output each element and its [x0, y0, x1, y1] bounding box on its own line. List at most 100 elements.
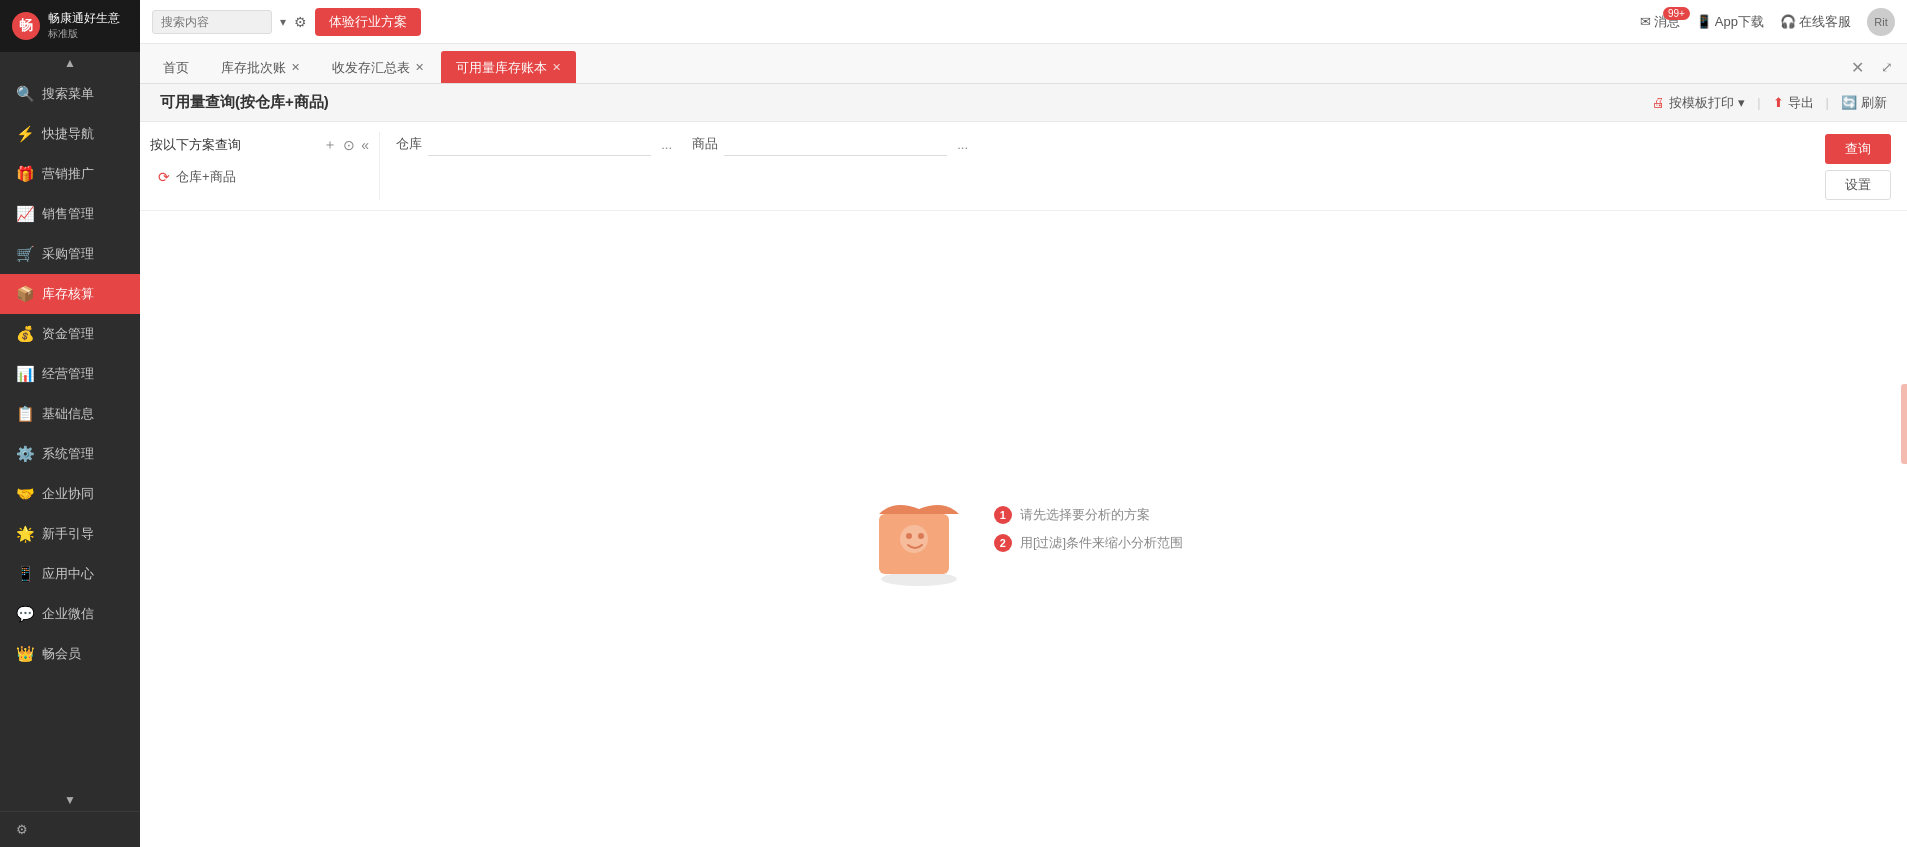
- sidebar-item-member[interactable]: 👑 畅会员: [0, 634, 140, 674]
- hint-num-1: 1: [994, 506, 1012, 524]
- user-avatar[interactable]: Rit: [1867, 8, 1895, 36]
- tab-available[interactable]: 可用量库存账本 ✕: [441, 51, 576, 83]
- sidebar-scroll-up[interactable]: ▲: [0, 52, 140, 74]
- top-search-input[interactable]: [152, 10, 272, 34]
- settings-icon: ⚙: [16, 822, 28, 837]
- tab-receive-close-icon[interactable]: ✕: [415, 61, 424, 74]
- sidebar-item-label: 搜索菜单: [42, 85, 94, 103]
- sidebar-item-label: 库存核算: [42, 285, 94, 303]
- sidebar-header: 畅 畅康通好生意 标准版: [0, 0, 140, 52]
- sidebar-item-label: 采购管理: [42, 245, 94, 263]
- tab-receive[interactable]: 收发存汇总表 ✕: [317, 51, 439, 83]
- online-service-btn[interactable]: 🎧 在线客服: [1780, 13, 1851, 31]
- goods-more-btn[interactable]: ...: [953, 137, 972, 152]
- top-bar-right: ✉ 消息 99+ 📱 App下载 🎧 在线客服 Rit: [1640, 8, 1895, 36]
- graph-icon: 📊: [16, 365, 34, 383]
- empty-svg-illustration: [864, 479, 974, 589]
- goods-input[interactable]: [724, 132, 947, 156]
- sidebar-item-system[interactable]: ⚙️ 系统管理: [0, 434, 140, 474]
- hint-text-2: 用[过滤]条件来缩小分析范围: [1020, 534, 1183, 552]
- sidebar-item-purchase[interactable]: 🛒 采购管理: [0, 234, 140, 274]
- collapse-scheme-icon[interactable]: «: [361, 137, 369, 153]
- gift-icon: 🎁: [16, 165, 34, 183]
- sidebar-item-search[interactable]: 🔍 搜索菜单: [0, 74, 140, 114]
- app-subtitle: 标准版: [48, 27, 120, 41]
- dropdown-arrow-icon[interactable]: ▾: [280, 15, 286, 29]
- clipboard-icon: 📋: [16, 405, 34, 423]
- headset-icon: 🎧: [1780, 14, 1796, 29]
- hint-item-1: 1 请先选择要分析的方案: [994, 506, 1183, 524]
- tab-receive-label: 收发存汇总表: [332, 59, 410, 77]
- sidebar-item-label: 经营管理: [42, 365, 94, 383]
- hint-item-2: 2 用[过滤]条件来缩小分析范围: [994, 534, 1183, 552]
- tab-batch-close-icon[interactable]: ✕: [291, 61, 300, 74]
- sidebar-item-shortcut[interactable]: ⚡ 快捷导航: [0, 114, 140, 154]
- manage-scheme-icon[interactable]: ⊙: [343, 137, 355, 153]
- export-label: 导出: [1788, 94, 1814, 112]
- empty-hints: 1 请先选择要分析的方案 2 用[过滤]条件来缩小分析范围: [994, 506, 1183, 552]
- scheme-rotate-icon: ⟳: [158, 169, 170, 185]
- star-icon: 🌟: [16, 525, 34, 543]
- content-area: 可用量查询(按仓库+商品) 🖨 按模板打印 ▾ | ⬆ 导出 | 🔄 刷新: [140, 84, 1907, 847]
- main-area: ▾ ⚙ 体验行业方案 ✉ 消息 99+ 📱 App下载 🎧 在线客服 Rit: [140, 0, 1907, 847]
- app-download-btn[interactable]: 📱 App下载: [1696, 13, 1764, 31]
- tab-home[interactable]: 首页: [148, 51, 204, 83]
- top-bar: ▾ ⚙ 体验行业方案 ✉ 消息 99+ 📱 App下载 🎧 在线客服 Rit: [140, 0, 1907, 44]
- export-btn[interactable]: ⬆ 导出: [1773, 94, 1814, 112]
- template-print-btn[interactable]: 🖨 按模板打印 ▾: [1652, 94, 1745, 112]
- notification-badge: 99+: [1663, 7, 1690, 20]
- scheme-header: 按以下方案查询 ＋ ⊙ «: [150, 132, 369, 162]
- sidebar-item-operation[interactable]: 📊 经营管理: [0, 354, 140, 394]
- settings-button[interactable]: 设置: [1825, 170, 1891, 200]
- goods-field-group: 商品 ...: [692, 132, 972, 156]
- sidebar-item-label: 应用中心: [42, 565, 94, 583]
- page-title-bar: 可用量查询(按仓库+商品) 🖨 按模板打印 ▾ | ⬆ 导出 | 🔄 刷新: [140, 84, 1907, 122]
- industry-btn[interactable]: 体验行业方案: [315, 8, 421, 36]
- tab-expand-btn[interactable]: ⤢: [1875, 55, 1899, 79]
- warehouse-field-group: 仓库 ...: [396, 132, 676, 156]
- user-name: Rit: [1874, 16, 1887, 28]
- phone-icon: 📱: [1696, 14, 1712, 29]
- topbar-gear-icon[interactable]: ⚙: [294, 14, 307, 30]
- page-title-actions: 🖨 按模板打印 ▾ | ⬆ 导出 | 🔄 刷新: [1652, 94, 1887, 112]
- sidebar-item-label: 企业微信: [42, 605, 94, 623]
- sidebar-item-enterprise[interactable]: 🤝 企业协同: [0, 474, 140, 514]
- tab-available-close-icon[interactable]: ✕: [552, 61, 561, 74]
- sidebar-item-wechat[interactable]: 💬 企业微信: [0, 594, 140, 634]
- svg-point-0: [881, 572, 957, 586]
- sidebar-item-inventory[interactable]: 📦 库存核算: [0, 274, 140, 314]
- box-icon: 📦: [16, 285, 34, 303]
- sidebar-item-label: 快捷导航: [42, 125, 94, 143]
- notification-btn[interactable]: ✉ 消息 99+: [1640, 13, 1680, 31]
- add-scheme-icon[interactable]: ＋: [323, 136, 337, 154]
- refresh-btn[interactable]: 🔄 刷新: [1841, 94, 1887, 112]
- warehouse-input[interactable]: [428, 132, 651, 156]
- sidebar-item-appstore[interactable]: 📱 应用中心: [0, 554, 140, 594]
- tab-close-all-btn[interactable]: ✕: [1845, 55, 1869, 79]
- sidebar-item-marketing[interactable]: 🎁 营销推广: [0, 154, 140, 194]
- template-print-label: 按模板打印: [1669, 94, 1734, 112]
- query-fields-panel: 仓库 ... 商品 ...: [380, 132, 1809, 200]
- warehouse-more-btn[interactable]: ...: [657, 137, 676, 152]
- query-button[interactable]: 查询: [1825, 134, 1891, 164]
- sidebar-item-basic[interactable]: 📋 基础信息: [0, 394, 140, 434]
- sidebar-item-newbie[interactable]: 🌟 新手引导: [0, 514, 140, 554]
- empty-state: 1 请先选择要分析的方案 2 用[过滤]条件来缩小分析范围: [140, 211, 1907, 847]
- bell-icon: ✉: [1640, 14, 1651, 29]
- query-area: 按以下方案查询 ＋ ⊙ « ⟳ 仓库+商品 仓库 ... 商品: [140, 122, 1907, 211]
- svg-point-3: [906, 533, 912, 539]
- hint-num-2: 2: [994, 534, 1012, 552]
- sidebar-footer[interactable]: ⚙: [0, 811, 140, 847]
- tab-available-label: 可用量库存账本: [456, 59, 547, 77]
- app-logo: 畅: [12, 12, 40, 40]
- print-icon: 🖨: [1652, 95, 1665, 110]
- sidebar-item-finance[interactable]: 💰 资金管理: [0, 314, 140, 354]
- scheme-warehouse-goods[interactable]: ⟳ 仓库+商品: [150, 162, 369, 192]
- money-icon: 💰: [16, 325, 34, 343]
- sidebar-item-label: 销售管理: [42, 205, 94, 223]
- sidebar-item-label: 资金管理: [42, 325, 94, 343]
- sidebar-item-sales[interactable]: 📈 销售管理: [0, 194, 140, 234]
- search-icon: 🔍: [16, 85, 34, 103]
- sidebar-scroll-down[interactable]: ▼: [0, 789, 140, 811]
- tab-batch[interactable]: 库存批次账 ✕: [206, 51, 315, 83]
